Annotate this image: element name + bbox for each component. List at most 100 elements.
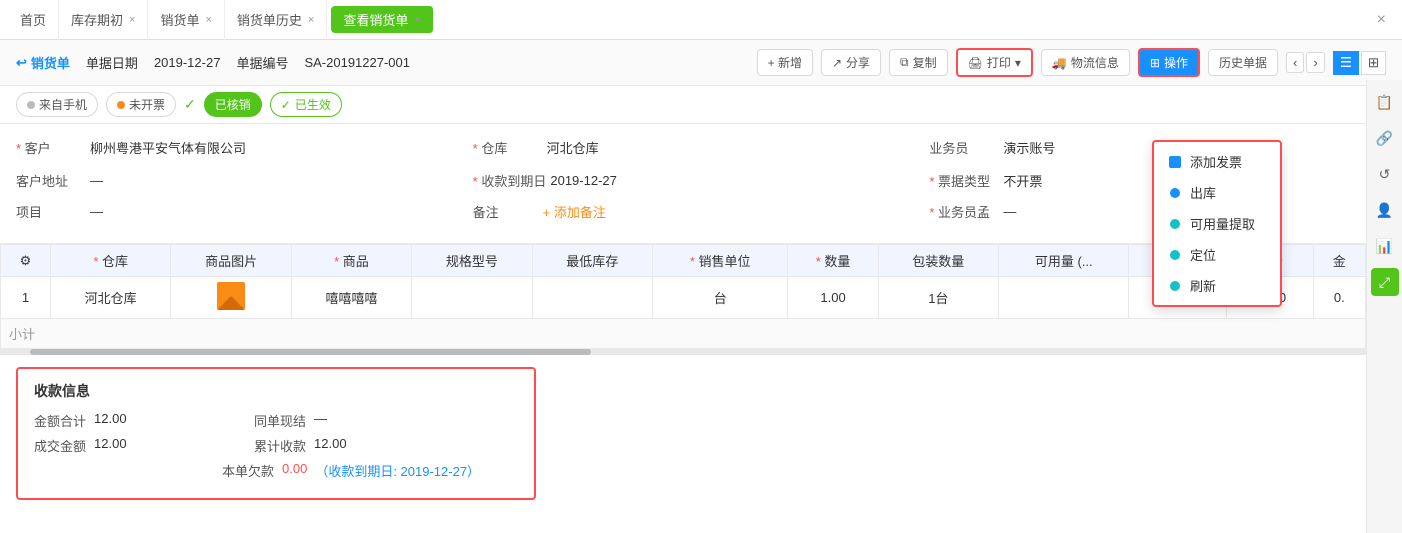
same-order-item: 同单现结 —: [254, 411, 434, 430]
col-warehouse: 仓库: [50, 245, 170, 277]
list-view-button[interactable]: ☰: [1333, 51, 1359, 75]
tab-sales-history[interactable]: 销货单历史 ×: [225, 0, 327, 40]
copy-icon: ⧉: [900, 55, 909, 70]
tab-home[interactable]: 首页: [8, 0, 59, 40]
menu-add-invoice[interactable]: 添加发票: [1154, 146, 1280, 177]
doc-icon: ↩: [16, 55, 27, 71]
col-settings[interactable]: ⚙: [1, 245, 51, 277]
doc-title: ↩ 销货单: [16, 53, 70, 72]
same-order-label: 同单现结: [254, 411, 306, 430]
logistics-button[interactable]: 🚚 物流信息: [1041, 49, 1130, 76]
copy-button[interactable]: ⧉ 复制: [889, 49, 948, 76]
employee-value: 演示账号: [999, 136, 1059, 159]
row-available: [999, 277, 1129, 319]
no-label: 单据编号: [236, 53, 288, 72]
tab-sales-order[interactable]: 销货单 ×: [148, 0, 224, 40]
sidebar-icon-4[interactable]: 👤: [1371, 196, 1399, 224]
sidebar-icon-3[interactable]: ↺: [1371, 160, 1399, 188]
outbound-icon: [1168, 186, 1182, 200]
close-tab-inventory[interactable]: ×: [129, 14, 135, 26]
total-amount-value: 12.00: [94, 411, 127, 430]
row-pack-qty: 1台: [878, 277, 998, 319]
close-tab-sales[interactable]: ×: [205, 14, 211, 26]
print-button[interactable]: 🖨 打印 ▾: [956, 48, 1033, 77]
transaction-item: 成交金额 12.00: [34, 436, 214, 455]
transaction-value: 12.00: [94, 436, 127, 455]
not-open-button[interactable]: 未开票: [106, 92, 176, 117]
scroll-thumb[interactable]: [30, 349, 591, 355]
from-mobile-button[interactable]: 来自手机: [16, 92, 98, 117]
locate-icon: [1168, 248, 1182, 262]
sidebar-icon-expand[interactable]: ⤢: [1371, 268, 1399, 296]
menu-outbound[interactable]: 出库: [1154, 177, 1280, 208]
total-amount-item: 金额合计 12.00: [34, 411, 214, 430]
menu-locate[interactable]: 定位: [1154, 239, 1280, 270]
col-product: 商品: [291, 245, 411, 277]
project-label: 项目: [16, 202, 86, 221]
payment-box: 收款信息 金额合计 12.00 同单现结 — 成交金额 12.00 累计收款 1…: [16, 367, 536, 500]
checked-button[interactable]: 已核销: [204, 92, 262, 117]
close-tab-history[interactable]: ×: [308, 14, 314, 26]
sidebar-icon-5[interactable]: 📊: [1371, 232, 1399, 260]
col-product-img: 商品图片: [171, 245, 291, 277]
tab-view-sales[interactable]: 查看销货单 ×: [331, 6, 433, 33]
due-note: （收款到期日: 2019-12-27）: [315, 461, 480, 480]
new-button[interactable]: + 新增: [757, 49, 813, 76]
payment-row-3: 本单欠款 0.00 （收款到期日: 2019-12-27）: [34, 461, 518, 480]
col-available: 可用量 (...: [999, 245, 1129, 277]
prev-button[interactable]: ‹: [1286, 52, 1304, 73]
row-min-stock: [532, 277, 652, 319]
salesman-value: —: [999, 202, 1020, 221]
col-pack-qty: 包装数量: [878, 245, 998, 277]
dropdown-arrow: ▾: [1015, 56, 1021, 70]
project-field: 项目 —: [16, 202, 473, 221]
tab-inventory-init[interactable]: 库存期初 ×: [59, 0, 148, 40]
cumulative-item: 累计收款 12.00: [254, 436, 434, 455]
menu-available-qty[interactable]: 可用量提取: [1154, 208, 1280, 239]
nav-arrows: ‹ ›: [1286, 52, 1325, 73]
ticket-dot: [117, 101, 125, 109]
history-button[interactable]: 历史单据: [1208, 49, 1278, 76]
close-tab-view[interactable]: ×: [414, 14, 420, 26]
grid-icon: ⊞: [1150, 56, 1160, 70]
due-value: 0.00: [282, 461, 307, 480]
row-warehouse: 河北仓库: [50, 277, 170, 319]
due-date-label: 收款到期日: [473, 171, 547, 190]
share-button[interactable]: ↗ 分享: [821, 49, 881, 76]
payment-title: 收款信息: [34, 381, 518, 401]
check-icon: ✓: [184, 96, 196, 113]
warehouse-label: 仓库: [473, 138, 543, 157]
note-label: 备注: [473, 202, 543, 221]
subtotal-row: 小计: [1, 319, 1366, 349]
address-field: 客户地址 —: [16, 171, 473, 190]
close-window-button[interactable]: ×: [1369, 11, 1394, 29]
doc-header: ↩ 销货单 单据日期 2019-12-27 单据编号 SA-20191227-0…: [0, 40, 1402, 86]
tab-bar: 首页 库存期初 × 销货单 × 销货单历史 × 查看销货单 × ×: [0, 0, 1402, 40]
right-sidebar: 📋 🔗 ↺ 👤 📊 ⤢: [1366, 80, 1402, 533]
menu-refresh[interactable]: 刷新: [1154, 270, 1280, 301]
effective-button[interactable]: ✓ 已生效: [270, 92, 342, 117]
dropdown-menu: 添加发票 出库 可用量提取 定位 刷新: [1152, 140, 1282, 307]
same-order-value: —: [314, 411, 327, 430]
customer-label: 客户: [16, 138, 86, 157]
add-note-button[interactable]: 添加备注: [543, 202, 606, 221]
sidebar-icon-2[interactable]: 🔗: [1371, 124, 1399, 152]
date-label: 单据日期: [86, 53, 138, 72]
row-product-img: [171, 277, 291, 319]
project-value: —: [86, 202, 107, 221]
row-spec: [412, 277, 532, 319]
refresh-icon: [1168, 279, 1182, 293]
col-spec: 规格型号: [412, 245, 532, 277]
warehouse-field: 仓库 河北仓库: [473, 136, 930, 159]
warehouse-value: 河北仓库: [543, 136, 603, 159]
check-circle-icon: ✓: [281, 98, 291, 112]
note-field: 备注 添加备注: [473, 202, 930, 221]
next-button[interactable]: ›: [1306, 52, 1324, 73]
share-icon: ↗: [832, 56, 842, 70]
operate-button[interactable]: ⊞ 操作: [1138, 48, 1200, 77]
col-min-stock: 最低库存: [532, 245, 652, 277]
ticket-type-label: 票据类型: [929, 171, 999, 190]
address-label: 客户地址: [16, 171, 86, 190]
sidebar-icon-1[interactable]: 📋: [1371, 88, 1399, 116]
grid-view-button[interactable]: ⊞: [1361, 51, 1386, 75]
